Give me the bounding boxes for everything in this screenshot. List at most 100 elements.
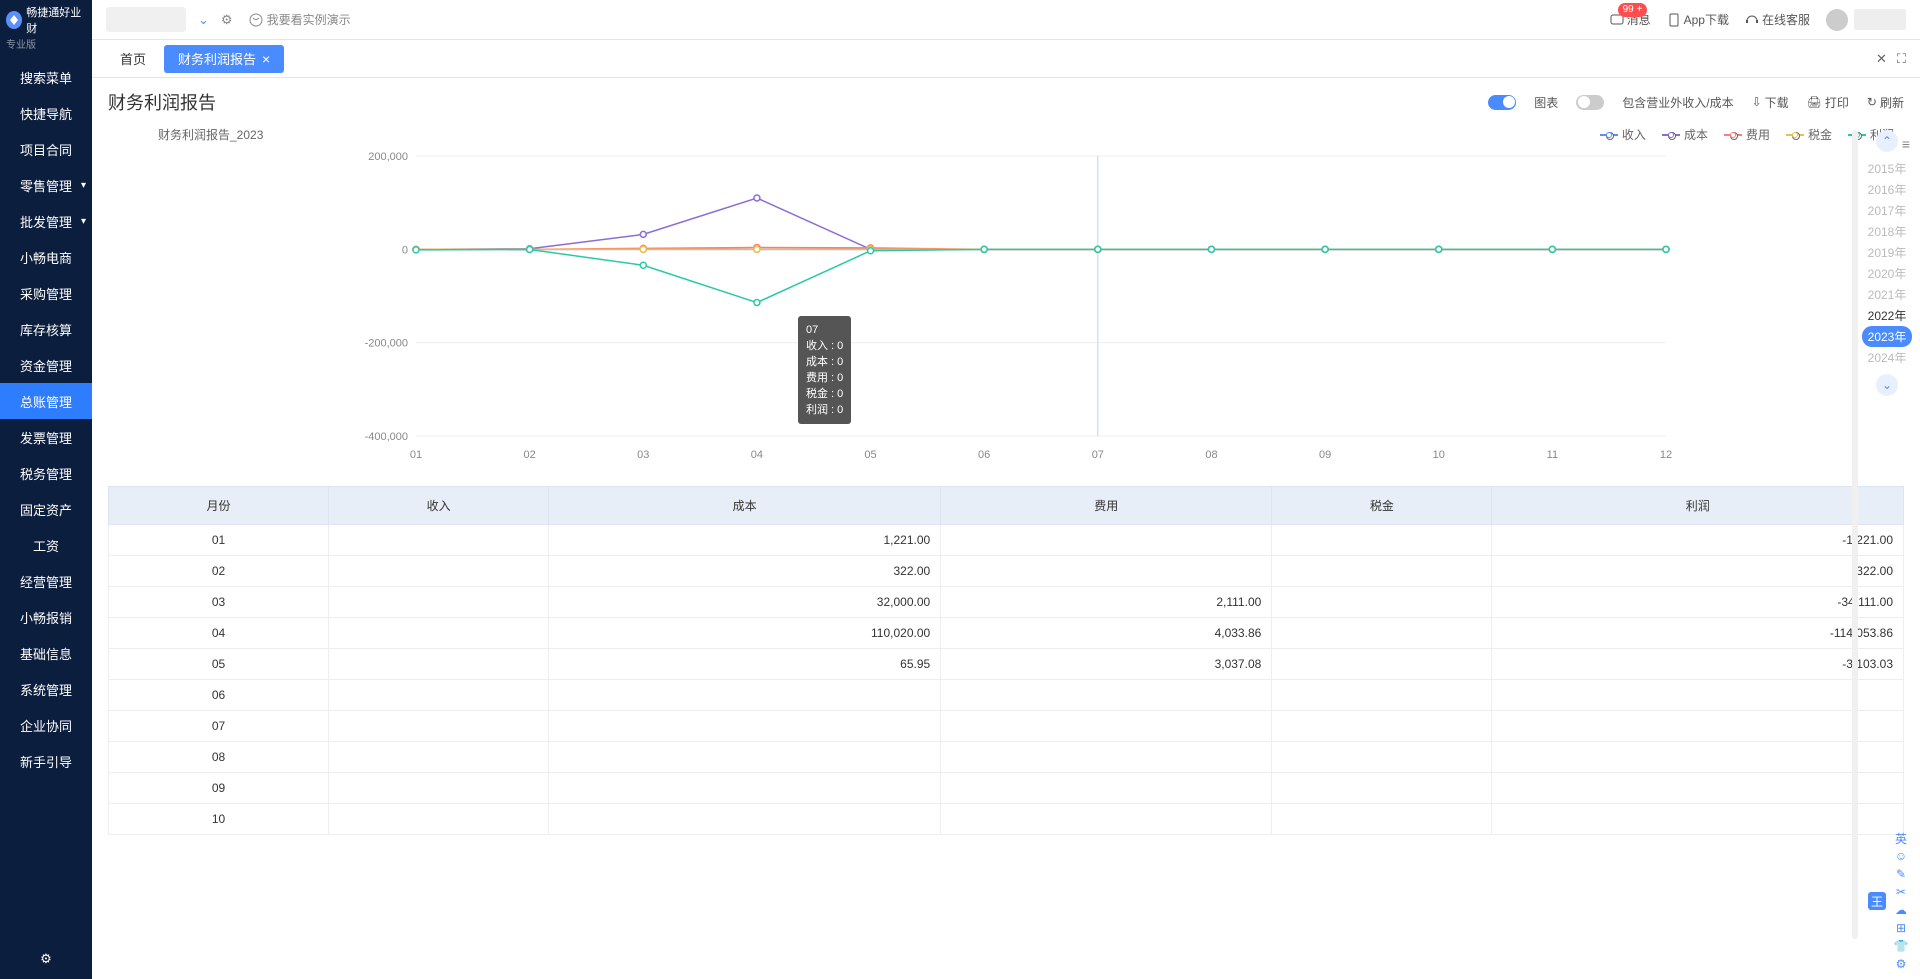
tab-close-icon[interactable]: × — [262, 51, 270, 67]
sidebar-item-6[interactable]: 采购管理 — [0, 275, 92, 311]
sidebar-item-2[interactable]: 项目合同 — [0, 131, 92, 167]
svg-text:11: 11 — [1547, 449, 1558, 461]
tabs-bar: 首页 财务利润报告 × ✕ ⛶ — [92, 40, 1920, 78]
svg-text:0: 0 — [402, 244, 408, 256]
table-row: 0332,000.002,111.00-34,111.00 — [109, 587, 1904, 618]
year-panel: ⌃ 2015年2016年2017年2018年2019年2020年2021年202… — [1860, 130, 1914, 396]
year-2023年[interactable]: 2023年 — [1862, 326, 1913, 347]
col-成本: 成本 — [549, 487, 941, 525]
ime-icon[interactable]: 英 — [1892, 829, 1910, 847]
org-selector[interactable] — [106, 7, 186, 32]
svg-text:04: 04 — [751, 449, 763, 461]
messages-button[interactable]: 99 + 消息 — [1610, 11, 1651, 28]
svg-text:10: 10 — [1433, 449, 1445, 461]
fullscreen-icon[interactable]: ⛶ — [1897, 51, 1906, 67]
year-scroll-up-icon[interactable]: ⌃ — [1876, 130, 1898, 152]
year-2021年[interactable]: 2021年 — [1862, 284, 1913, 305]
table-row: 08 — [109, 742, 1904, 773]
ime-icon[interactable]: ⊞ — [1892, 919, 1910, 937]
page-title: 财务利润报告 — [108, 89, 216, 115]
legend-收入[interactable]: 收入 — [1600, 126, 1646, 143]
logo-icon — [6, 11, 22, 29]
ime-icon[interactable]: ⚙ — [1892, 955, 1910, 973]
customer-service-button[interactable]: 在线客服 — [1745, 11, 1810, 28]
brand-sub: 专业版 — [0, 36, 92, 51]
ime-icon[interactable]: ☁ — [1892, 901, 1910, 919]
sidebar-item-10[interactable]: 发票管理 — [0, 419, 92, 455]
sidebar: 畅捷通好业财 专业版 搜索菜单快捷导航项目合同零售管理▾批发管理▾小畅电商采购管… — [0, 0, 92, 979]
sidebar-item-15[interactable]: 小畅报销 — [0, 599, 92, 635]
year-2018年[interactable]: 2018年 — [1862, 221, 1913, 242]
ime-logo-icon[interactable]: 王 — [1868, 892, 1886, 910]
app-download-button[interactable]: App下载 — [1667, 11, 1729, 28]
chart-tooltip: 07收入 : 0成本 : 0费用 : 0税金 : 0利润 : 0 — [798, 316, 851, 424]
sidebar-item-11[interactable]: 税务管理 — [0, 455, 92, 491]
ime-icon[interactable]: ✂ — [1892, 883, 1910, 901]
col-费用: 费用 — [941, 487, 1272, 525]
year-2019年[interactable]: 2019年 — [1862, 242, 1913, 263]
year-scroll-down-icon[interactable]: ⌄ — [1876, 374, 1898, 396]
close-all-icon[interactable]: ✕ — [1876, 51, 1887, 67]
toggle-extra[interactable] — [1576, 95, 1604, 110]
year-2016年[interactable]: 2016年 — [1862, 179, 1913, 200]
chart-title: 财务利润报告_2023 — [158, 126, 263, 143]
chart: 财务利润报告_2023 收入 成本 费用 税金 利润 -400,000-200,… — [108, 126, 1904, 486]
legend: 收入 成本 费用 税金 利润 — [1600, 126, 1894, 143]
ime-icon[interactable]: 👕 — [1892, 937, 1910, 955]
refresh-button[interactable]: ↻ 刷新 — [1867, 94, 1904, 111]
tab-report[interactable]: 财务利润报告 × — [164, 45, 284, 73]
ime-icon[interactable]: ☺ — [1892, 847, 1910, 865]
table-row: 011,221.00-1,221.00 — [109, 525, 1904, 556]
tab-home[interactable]: 首页 — [106, 45, 160, 73]
svg-text:200,000: 200,000 — [368, 151, 408, 163]
svg-text:03: 03 — [637, 449, 649, 461]
year-2024年[interactable]: 2024年 — [1862, 347, 1913, 368]
table-row: 07 — [109, 711, 1904, 742]
sidebar-item-13[interactable]: 工资 — [0, 527, 92, 563]
main: 财务利润报告 图表 包含营业外收入/成本 ⇩ 下载 🖨 打印 ↻ 刷新 财务利润… — [92, 78, 1920, 979]
sidebar-item-9[interactable]: 总账管理 — [0, 383, 92, 419]
svg-text:08: 08 — [1205, 449, 1217, 461]
demo-text: 我要看实例演示 — [267, 11, 351, 28]
sidebar-item-3[interactable]: 零售管理▾ — [0, 167, 92, 203]
sidebar-item-16[interactable]: 基础信息 — [0, 635, 92, 671]
sidebar-item-17[interactable]: 系统管理 — [0, 671, 92, 707]
avatar-icon — [1826, 9, 1848, 31]
sidebar-item-5[interactable]: 小畅电商 — [0, 239, 92, 275]
svg-text:-400,000: -400,000 — [365, 431, 408, 443]
settings-icon[interactable]: ⚙ — [0, 951, 92, 967]
year-2015年[interactable]: 2015年 — [1862, 158, 1913, 179]
sidebar-item-14[interactable]: 经营管理 — [0, 563, 92, 599]
sidebar-item-4[interactable]: 批发管理▾ — [0, 203, 92, 239]
org-settings-icon[interactable]: ⚙ — [221, 12, 233, 28]
sidebar-item-1[interactable]: 快捷导航 — [0, 95, 92, 131]
top-header: ⌄ ⚙ 我要看实例演示 99 + 消息 App下载 在线客服 — [92, 0, 1920, 40]
table-row: 10 — [109, 804, 1904, 835]
toggle-chart[interactable] — [1488, 95, 1516, 110]
legend-费用[interactable]: 费用 — [1724, 126, 1770, 143]
legend-成本[interactable]: 成本 — [1662, 126, 1708, 143]
sidebar-item-19[interactable]: 新手引导 — [0, 743, 92, 779]
ime-icon[interactable]: ✎ — [1892, 865, 1910, 883]
year-2020年[interactable]: 2020年 — [1862, 263, 1913, 284]
user-menu[interactable] — [1826, 9, 1906, 31]
sidebar-item-0[interactable]: 搜索菜单 — [0, 59, 92, 95]
year-2022年[interactable]: 2022年 — [1862, 305, 1913, 326]
sidebar-item-12[interactable]: 固定资产 — [0, 491, 92, 527]
col-月份: 月份 — [109, 487, 329, 525]
table-row: 02322.00-322.00 — [109, 556, 1904, 587]
legend-税金[interactable]: 税金 — [1786, 126, 1832, 143]
sidebar-item-8[interactable]: 资金管理 — [0, 347, 92, 383]
sidebar-item-18[interactable]: 企业协同 — [0, 707, 92, 743]
org-dropdown-icon[interactable]: ⌄ — [198, 12, 209, 28]
sidebar-item-7[interactable]: 库存核算 — [0, 311, 92, 347]
demo-link[interactable]: 我要看实例演示 — [249, 11, 351, 28]
page-header: 财务利润报告 图表 包含营业外收入/成本 ⇩ 下载 🖨 打印 ↻ 刷新 — [92, 78, 1920, 126]
svg-text:02: 02 — [524, 449, 536, 461]
print-button[interactable]: 🖨 打印 — [1807, 94, 1849, 111]
svg-text:12: 12 — [1660, 449, 1672, 461]
year-2017年[interactable]: 2017年 — [1862, 200, 1913, 221]
brand-name: 畅捷通好业财 — [26, 4, 86, 36]
col-利润: 利润 — [1492, 487, 1904, 525]
download-button[interactable]: ⇩ 下载 — [1752, 94, 1789, 111]
